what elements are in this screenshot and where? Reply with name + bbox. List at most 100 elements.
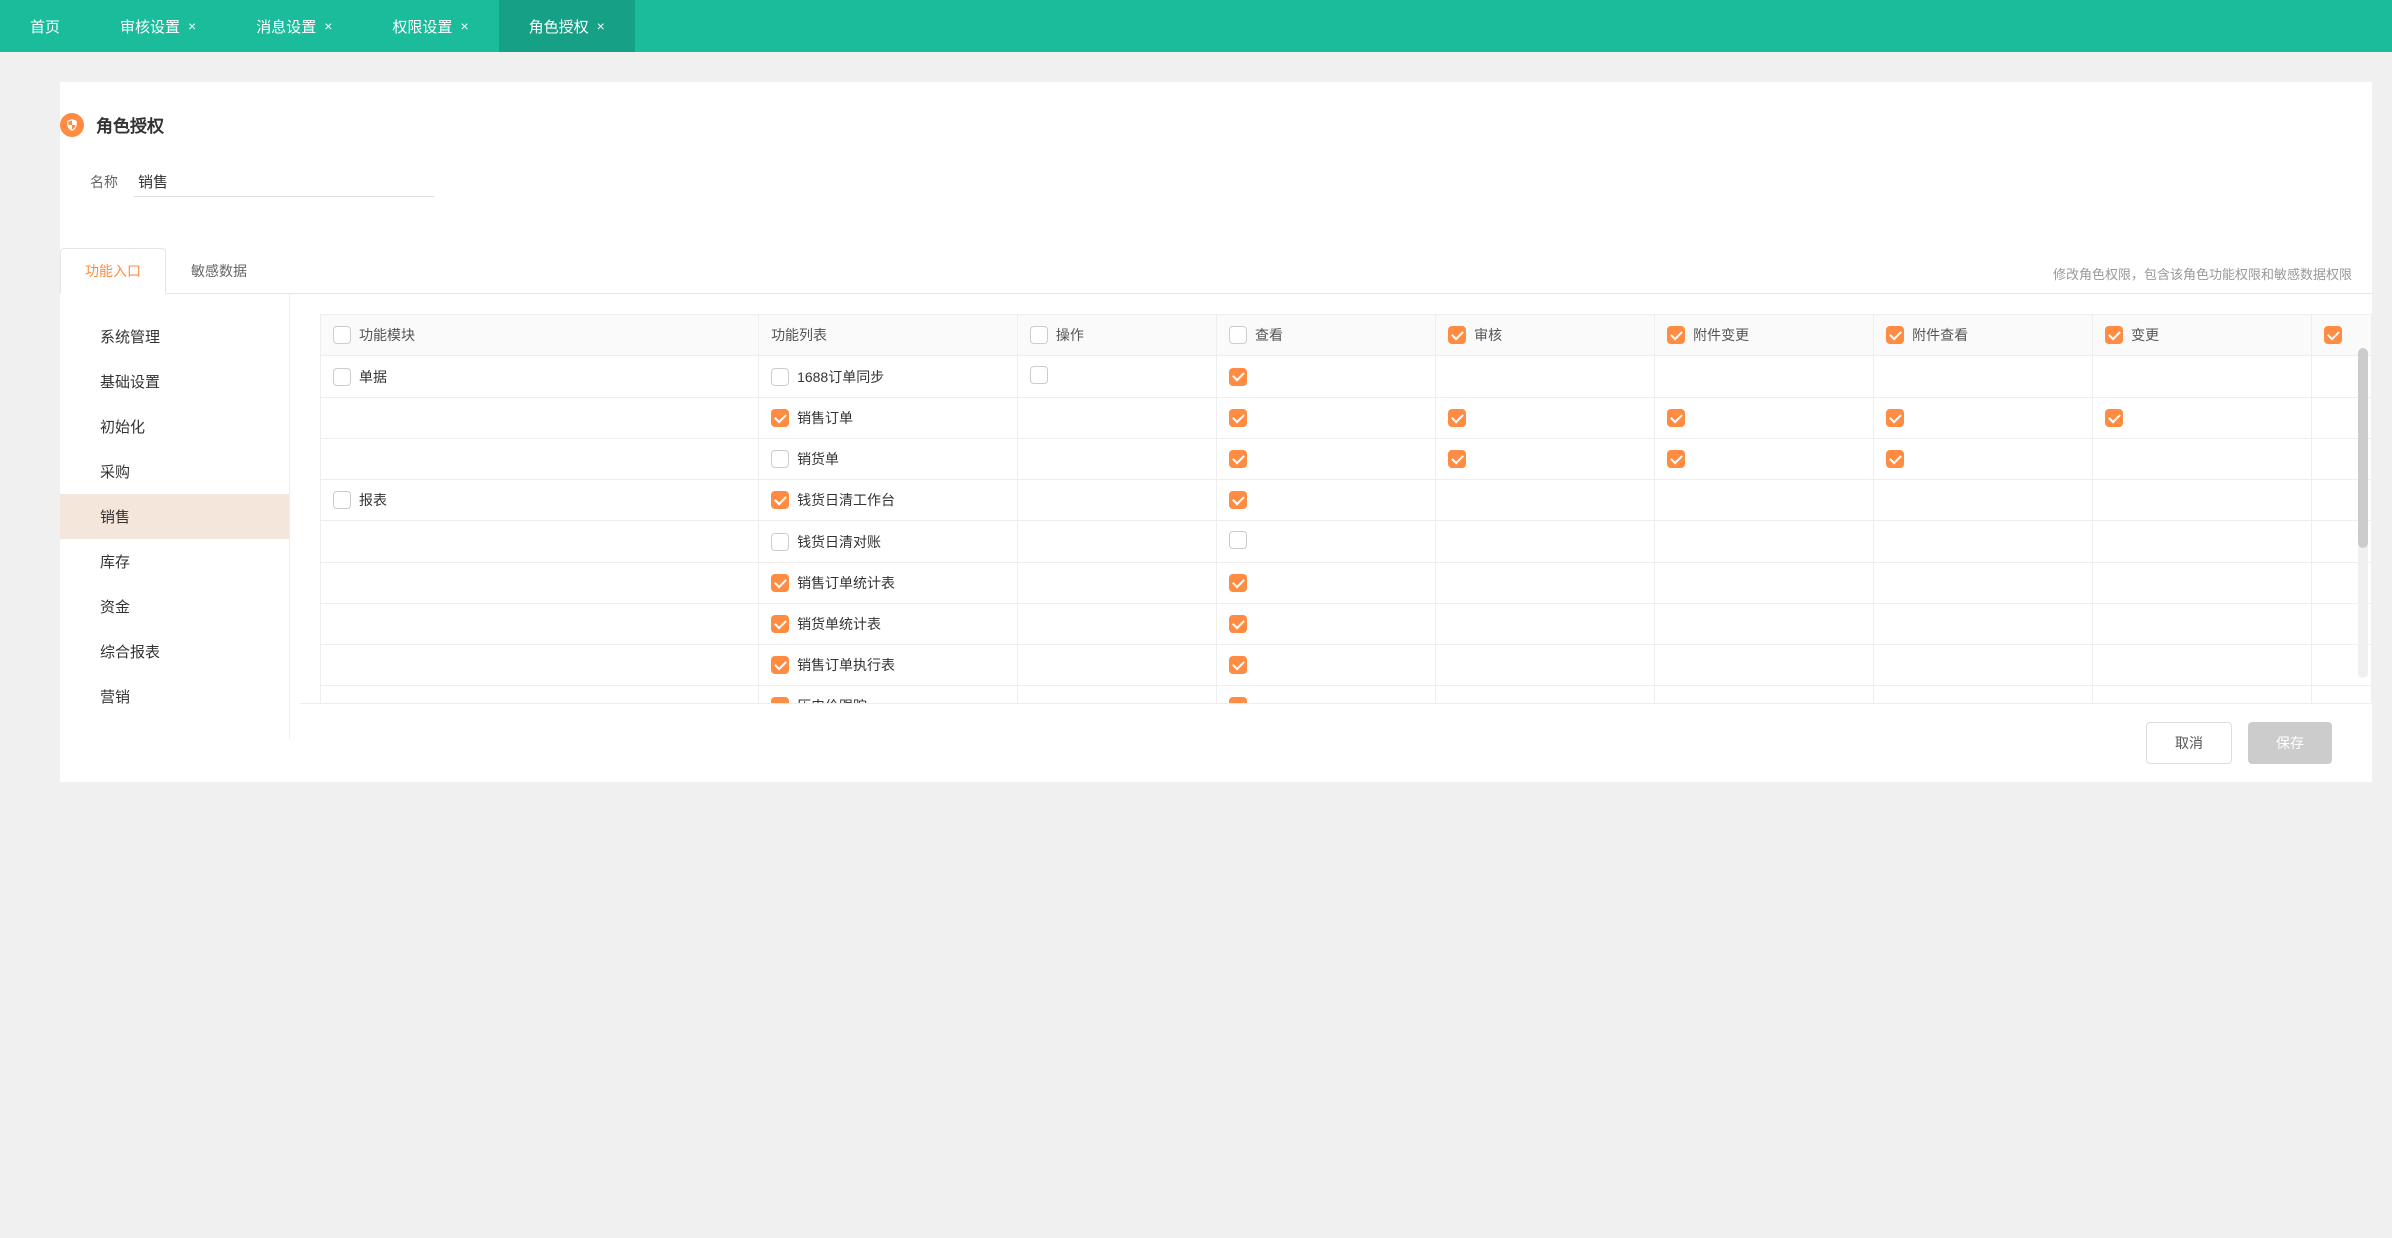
name-row: 名称	[60, 167, 2372, 207]
table-row: 销货单统计表	[321, 604, 2372, 645]
checkbox-perm[interactable]	[1229, 615, 1247, 633]
nav-tab-audit-settings[interactable]: 审核设置 ×	[90, 0, 226, 52]
nav-tab-label: 首页	[30, 16, 60, 37]
checkbox-perm[interactable]	[1229, 531, 1247, 549]
sidebar-item-label: 资金	[100, 599, 130, 616]
checkbox-list[interactable]	[771, 450, 789, 468]
checkbox-perm[interactable]	[2105, 409, 2123, 427]
list-label: 1688订单同步	[797, 367, 884, 387]
nav-tab-message-settings[interactable]: 消息设置 ×	[226, 0, 362, 52]
checkbox-list[interactable]	[771, 656, 789, 674]
checkbox-perm[interactable]	[1229, 491, 1247, 509]
checkbox-perm[interactable]	[1229, 409, 1247, 427]
checkbox-list[interactable]	[771, 409, 789, 427]
checkbox-list[interactable]	[771, 491, 789, 509]
top-nav: 首页 审核设置 × 消息设置 × 权限设置 × 角色授权 ×	[0, 0, 2392, 52]
sidebar-item-label: 系统管理	[100, 329, 160, 346]
module-label: 单据	[359, 367, 387, 387]
checkbox-module[interactable]	[333, 491, 351, 509]
close-icon[interactable]: ×	[597, 18, 605, 34]
sidebar-item-reports[interactable]: 综合报表	[60, 629, 289, 674]
checkbox-attach-change-all[interactable]	[1667, 326, 1685, 344]
list-label: 钱货日清工作台	[797, 490, 895, 510]
nav-tab-permission-settings[interactable]: 权限设置 ×	[362, 0, 498, 52]
checkbox-op-all[interactable]	[1030, 326, 1048, 344]
checkbox-perm[interactable]	[1667, 450, 1685, 468]
subtab-sensitive-data[interactable]: 敏感数据	[166, 248, 272, 294]
table-row: 单据 1688订单同步	[321, 356, 2372, 398]
nav-tab-label: 审核设置	[120, 16, 180, 37]
list-label: 销售订单统计表	[797, 573, 895, 593]
sidebar-item-sales[interactable]: 销售	[60, 494, 289, 539]
close-icon[interactable]: ×	[324, 18, 332, 34]
sidebar-item-label: 初始化	[100, 419, 145, 436]
permission-table-area: 功能模块 功能列表 操作 查看 审核 附件变更 附件查看 变更 单据 1688订单…	[290, 294, 2372, 739]
checkbox-list[interactable]	[771, 533, 789, 551]
shield-icon	[60, 113, 84, 137]
list-label: 销货单统计表	[797, 614, 881, 634]
list-label: 销售订单执行表	[797, 655, 895, 675]
cancel-button[interactable]: 取消	[2146, 722, 2232, 764]
module-sidebar: 系统管理 基础设置 初始化 采购 销售 库存 资金 综合报表 营销	[60, 294, 290, 739]
sidebar-item-label: 基础设置	[100, 374, 160, 391]
sidebar-item-label: 采购	[100, 464, 130, 481]
sidebar-item-system[interactable]: 系统管理	[60, 314, 289, 359]
checkbox-list[interactable]	[771, 574, 789, 592]
sidebar-item-init[interactable]: 初始化	[60, 404, 289, 449]
sidebar-item-label: 库存	[100, 554, 130, 571]
header-list: 功能列表	[771, 327, 827, 343]
checkbox-list[interactable]	[771, 615, 789, 633]
checkbox-module[interactable]	[333, 368, 351, 386]
nav-tab-home[interactable]: 首页	[0, 0, 90, 52]
sidebar-item-purchase[interactable]: 采购	[60, 449, 289, 494]
checkbox-module-all[interactable]	[333, 326, 351, 344]
checkbox-perm[interactable]	[1448, 409, 1466, 427]
checkbox-perm[interactable]	[1886, 409, 1904, 427]
checkbox-extra-all[interactable]	[2324, 326, 2342, 344]
checkbox-perm[interactable]	[1448, 450, 1466, 468]
footer-bar: 取消 保存	[300, 703, 2372, 782]
vertical-scrollbar[interactable]	[2358, 348, 2368, 678]
header-attach-change: 附件变更	[1693, 325, 1749, 345]
list-label: 钱货日清对账	[797, 532, 881, 552]
checkbox-view-all[interactable]	[1229, 326, 1247, 344]
sidebar-item-marketing[interactable]: 营销	[60, 674, 289, 719]
table-header-row: 功能模块 功能列表 操作 查看 审核 附件变更 附件查看 变更	[321, 315, 2372, 356]
module-label: 报表	[359, 490, 387, 510]
nav-tab-label: 角色授权	[529, 16, 589, 37]
checkbox-perm[interactable]	[1229, 656, 1247, 674]
sidebar-item-label: 综合报表	[100, 644, 160, 661]
name-input[interactable]	[134, 167, 434, 197]
sidebar-item-inventory[interactable]: 库存	[60, 539, 289, 584]
nav-tab-role-auth[interactable]: 角色授权 ×	[499, 0, 635, 52]
subtabs-row: 功能入口 敏感数据 修改角色权限，包含该角色功能权限和敏感数据权限	[60, 247, 2372, 294]
sidebar-item-funds[interactable]: 资金	[60, 584, 289, 629]
checkbox-audit-all[interactable]	[1448, 326, 1466, 344]
list-label: 销售订单	[797, 408, 853, 428]
checkbox-list[interactable]	[771, 368, 789, 386]
header-op: 操作	[1056, 325, 1084, 345]
subtab-function-entry[interactable]: 功能入口	[60, 248, 166, 294]
close-icon[interactable]: ×	[188, 18, 196, 34]
checkbox-op[interactable]	[1030, 366, 1048, 384]
name-label: 名称	[90, 172, 118, 192]
subtab-label: 功能入口	[85, 263, 141, 279]
checkbox-perm[interactable]	[1229, 574, 1247, 592]
table-row: 钱货日清对账	[321, 521, 2372, 563]
checkbox-perm[interactable]	[1229, 450, 1247, 468]
checkbox-perm[interactable]	[1886, 450, 1904, 468]
checkbox-perm[interactable]	[1667, 409, 1685, 427]
checkbox-perm[interactable]	[1229, 368, 1247, 386]
table-row: 销货单	[321, 439, 2372, 480]
content-card: 角色授权 名称 功能入口 敏感数据 修改角色权限，包含该角色功能权限和敏感数据权…	[60, 82, 2372, 782]
sidebar-item-basic[interactable]: 基础设置	[60, 359, 289, 404]
nav-tab-label: 消息设置	[256, 16, 316, 37]
close-icon[interactable]: ×	[460, 18, 468, 34]
checkbox-attach-view-all[interactable]	[1886, 326, 1904, 344]
checkbox-change-all[interactable]	[2105, 326, 2123, 344]
table-row: 销售订单统计表	[321, 563, 2372, 604]
save-button[interactable]: 保存	[2248, 722, 2332, 764]
table-row: 销售订单执行表	[321, 645, 2372, 686]
header-audit: 审核	[1474, 325, 1502, 345]
header-change: 变更	[2131, 325, 2159, 345]
